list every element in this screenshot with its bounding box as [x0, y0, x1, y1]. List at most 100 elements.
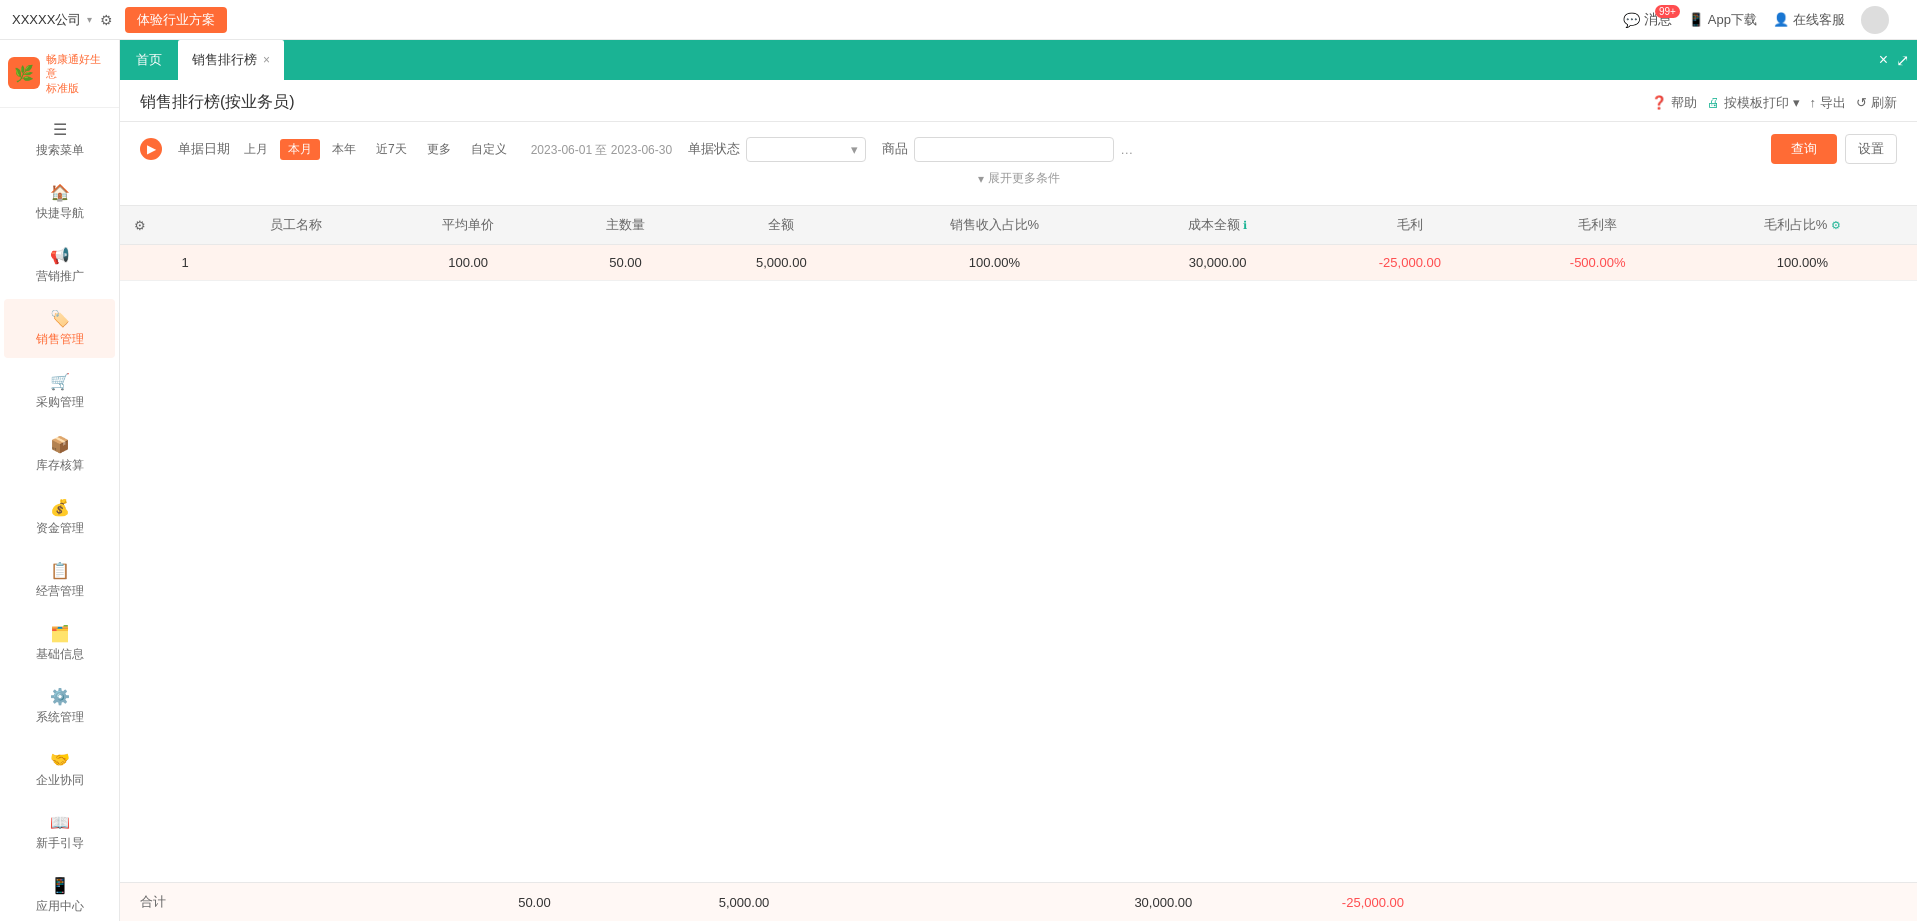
sidebar-item-basic[interactable]: 🗂️ 基础信息: [4, 614, 115, 673]
cell-sales-pct: 100.00%: [866, 245, 1123, 281]
sidebar: 🌿 畅康通好生意 标准版 ☰ 搜索菜单 🏠 快捷导航 📢 营销推广 🏷️ 销售管…: [0, 40, 120, 921]
sidebar-label-shortcut: 快捷导航: [36, 205, 84, 222]
sidebar-item-sales[interactable]: 🏷️ 销售管理: [4, 299, 115, 358]
query-button[interactable]: 查询: [1771, 134, 1837, 164]
tab-bar-right: × ⤢: [1879, 51, 1917, 70]
apps-icon: 📱: [50, 876, 70, 895]
app-download-btn[interactable]: 📱 App下载: [1688, 11, 1757, 29]
cell-avg-price: 100.00: [382, 245, 554, 281]
col-name: 员工名称: [210, 206, 382, 245]
content-area: 首页 销售排行榜 × × ⤢ 销售排行榜(按业务员) ❓ 帮助: [120, 40, 1917, 921]
data-table: ⚙ 员工名称 平均单价 主数量 全额 销售收入占比% 成本全额 ℹ 毛利 毛利率…: [120, 206, 1917, 281]
date-opt-current-year[interactable]: 本年: [324, 139, 364, 160]
date-opt-7days[interactable]: 近7天: [368, 139, 415, 160]
footer-label: 合计: [140, 893, 220, 911]
footer-qty: 50.00: [430, 895, 640, 910]
company-selector[interactable]: XXXXX公司 ▾: [12, 11, 92, 29]
footer-values: 50.00 5,000.00 30,000.00 -25,000.00: [220, 895, 1897, 910]
sidebar-label-marketing: 营销推广: [36, 268, 84, 285]
app-download-label: App下载: [1708, 11, 1757, 29]
col-sales-pct: 销售收入占比%: [866, 206, 1123, 245]
inventory-icon: 📦: [50, 435, 70, 454]
expand-icon: ▾: [978, 172, 984, 186]
sidebar-label-finance: 资金管理: [36, 520, 84, 537]
sidebar-item-guide[interactable]: 📖 新手引导: [4, 803, 115, 862]
print-button[interactable]: 🖨 按模板打印 ▾: [1707, 94, 1800, 112]
export-button[interactable]: ↑ 导出: [1810, 94, 1847, 112]
col-settings[interactable]: ⚙: [120, 206, 160, 245]
cell-gross: -25,000.00: [1312, 245, 1507, 281]
sidebar-label-collab: 企业协同: [36, 772, 84, 789]
cell-rank: 1: [160, 245, 210, 281]
window-close-icon[interactable]: ×: [1879, 51, 1888, 69]
cell-margin: -500.00%: [1507, 245, 1687, 281]
sidebar-label-guide: 新手引导: [36, 835, 84, 852]
help-button[interactable]: ❓ 帮助: [1651, 94, 1697, 112]
top-right-actions: 💬 消息 99+ 📱 App下载 👤 在线客服: [1623, 6, 1905, 34]
online-service-btn[interactable]: 👤 在线客服: [1773, 11, 1845, 29]
tab-sales-rank[interactable]: 销售排行榜 ×: [178, 40, 284, 80]
message-icon[interactable]: 💬 消息 99+: [1623, 11, 1672, 29]
goods-more-icon[interactable]: …: [1120, 142, 1133, 157]
sidebar-label-search: 搜索菜单: [36, 142, 84, 159]
tab-home-label: 首页: [136, 51, 162, 69]
status-select-wrapper: [746, 137, 866, 162]
table-area: ⚙ 员工名称 平均单价 主数量 全额 销售收入占比% 成本全额 ℹ 毛利 毛利率…: [120, 206, 1917, 882]
sidebar-label-apps: 应用中心: [36, 898, 84, 915]
sidebar-item-marketing[interactable]: 📢 营销推广: [4, 236, 115, 295]
footer-margin: [1478, 895, 1688, 910]
page-header: 销售排行榜(按业务员) ❓ 帮助 🖨 按模板打印 ▾ ↑ 导出: [120, 80, 1917, 122]
sidebar-label-inventory: 库存核算: [36, 457, 84, 474]
refresh-button[interactable]: ↺ 刷新: [1856, 94, 1897, 112]
toggle-filter-btn[interactable]: ▶: [140, 138, 162, 160]
footer-gross: -25,000.00: [1268, 895, 1478, 910]
col-avg-price: 平均单价: [382, 206, 554, 245]
footer-amount: 5,000.00: [639, 895, 849, 910]
settings-icon[interactable]: ⚙: [100, 12, 113, 28]
logo-icon: 🌿: [8, 57, 40, 89]
sidebar-item-operation[interactable]: 📋 经营管理: [4, 551, 115, 610]
basic-icon: 🗂️: [50, 624, 70, 643]
col-amount: 全额: [697, 206, 866, 245]
footer-avg-price: [220, 895, 430, 910]
tab-home[interactable]: 首页: [120, 40, 178, 80]
search-menu-icon: ☰: [53, 120, 67, 139]
tab-active-label: 销售排行榜: [192, 51, 257, 69]
date-opt-custom[interactable]: 自定义: [463, 139, 515, 160]
operation-icon: 📋: [50, 561, 70, 580]
company-name: XXXXX公司: [12, 11, 81, 29]
cell-qty: 50.00: [554, 245, 697, 281]
expand-conditions-bar[interactable]: ▾ 展开更多条件: [140, 164, 1897, 193]
sidebar-item-shortcut[interactable]: 🏠 快捷导航: [4, 173, 115, 232]
cell-amount: 5,000.00: [697, 245, 866, 281]
date-opt-prev-month[interactable]: 上月: [236, 139, 276, 160]
status-select[interactable]: [746, 137, 866, 162]
sidebar-label-system: 系统管理: [36, 709, 84, 726]
filter-right-actions: 查询 设置: [1771, 134, 1897, 164]
goods-filter-label: 商品: [882, 140, 908, 158]
avatar[interactable]: [1861, 6, 1889, 34]
sidebar-label-basic: 基础信息: [36, 646, 84, 663]
sidebar-logo: 🌿 畅康通好生意 标准版: [0, 40, 119, 108]
top-header: XXXXX公司 ▾ ⚙ 体验行业方案 💬 消息 99+ 📱 App下载 👤 在线…: [0, 0, 1917, 40]
sidebar-item-collab[interactable]: 🤝 企业协同: [4, 740, 115, 799]
refresh-icon: ↺: [1856, 95, 1867, 110]
tab-bar: 首页 销售排行榜 × × ⤢: [120, 40, 1917, 80]
date-opt-current-month[interactable]: 本月: [280, 139, 320, 160]
print-chevron-icon: ▾: [1793, 95, 1800, 110]
window-expand-icon[interactable]: ⤢: [1896, 51, 1909, 70]
sidebar-item-apps[interactable]: 📱 应用中心: [4, 866, 115, 921]
sidebar-item-purchase[interactable]: 🛒 采购管理: [4, 362, 115, 421]
date-opt-more[interactable]: 更多: [419, 139, 459, 160]
filter-row: ▶ 单据日期 上月 本月 本年 近7天 更多 自定义: [140, 134, 1897, 164]
cell-name: [210, 245, 382, 281]
sidebar-item-inventory[interactable]: 📦 库存核算: [4, 425, 115, 484]
date-range-display: 2023-06-01 至 2023-06-30: [531, 140, 672, 159]
sidebar-item-finance[interactable]: 💰 资金管理: [4, 488, 115, 547]
filter-settings-button[interactable]: 设置: [1845, 134, 1897, 164]
goods-input[interactable]: [914, 137, 1114, 162]
sidebar-item-system[interactable]: ⚙️ 系统管理: [4, 677, 115, 736]
sidebar-item-search[interactable]: ☰ 搜索菜单: [4, 110, 115, 169]
tab-close-icon[interactable]: ×: [263, 53, 270, 67]
trial-button[interactable]: 体验行业方案: [125, 7, 227, 33]
